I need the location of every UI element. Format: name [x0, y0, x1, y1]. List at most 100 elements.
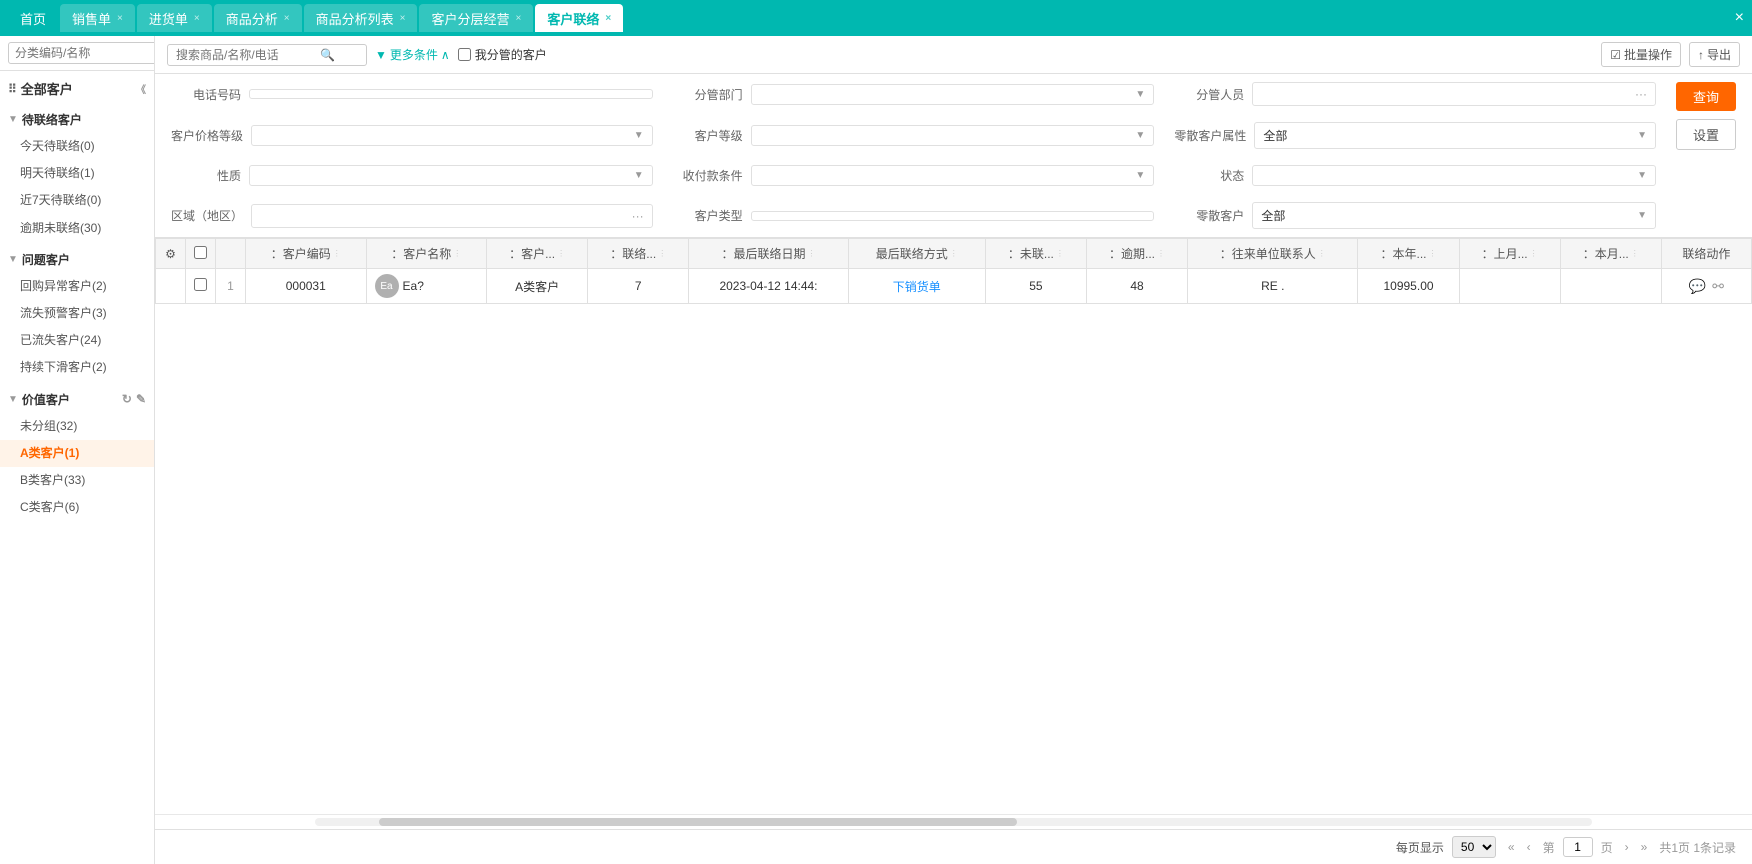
- last-page-button[interactable]: »: [1637, 838, 1652, 856]
- nature-input[interactable]: ▼: [249, 165, 653, 186]
- cell-overdue: 48: [1086, 269, 1187, 304]
- sidebar-item-class-c[interactable]: C类客户(6): [0, 494, 154, 521]
- sidebar-item-declining[interactable]: 持续下滑客户(2): [0, 354, 154, 381]
- prev-page-button[interactable]: ‹: [1523, 838, 1535, 856]
- col-last-date-header[interactable]: ：最后联络日期 ⋮: [689, 239, 848, 269]
- retail-attr-input[interactable]: 全部 ▼: [1254, 122, 1656, 149]
- tab-product-analysis-label: 商品分析: [226, 9, 278, 28]
- col-overdue-header[interactable]: ：逾期... ⋮: [1086, 239, 1187, 269]
- col-last-method-header[interactable]: 最后联络方式 ⋮: [848, 239, 985, 269]
- tab-product-analysis-list-close[interactable]: ×: [400, 13, 406, 24]
- person-input[interactable]: ···: [1252, 82, 1656, 106]
- col-overdue-label: ：逾期...: [1109, 245, 1155, 262]
- tab-customer-segment-close[interactable]: ×: [515, 13, 521, 24]
- phone-input[interactable]: [249, 89, 653, 99]
- sort-icon-6: ⋮: [950, 249, 958, 258]
- region-input[interactable]: ···: [251, 204, 653, 228]
- problem-customers-title[interactable]: ▼ 问题客户: [0, 246, 154, 273]
- select-all-checkbox[interactable]: [194, 246, 207, 259]
- col-not-contact-header[interactable]: ：未联... ⋮: [985, 239, 1086, 269]
- tab-home[interactable]: 首页: [8, 4, 58, 32]
- collapse-arrow-icon[interactable]: 《: [136, 81, 146, 96]
- sidebar-item-overdue[interactable]: 逾期未联络(30): [0, 215, 154, 242]
- my-customers-checkbox[interactable]: [458, 48, 471, 61]
- pending-contact-title[interactable]: ▼ 待联络客户: [0, 106, 154, 133]
- tab-customer-contact[interactable]: 客户联络 ×: [535, 4, 623, 32]
- payment-input[interactable]: ▼: [751, 165, 1155, 186]
- col-action-label: 联络动作: [1682, 245, 1730, 262]
- col-type-header[interactable]: ：客户... ⋮: [487, 239, 588, 269]
- price-level-input[interactable]: ▼: [251, 125, 653, 146]
- col-this-year-header[interactable]: ：本年... ⋮: [1358, 239, 1459, 269]
- price-level-label: 客户价格等级: [171, 127, 243, 144]
- sidebar-search-bar: 🔍: [0, 36, 154, 71]
- tab-customer-segment[interactable]: 客户分层经营 ×: [419, 4, 533, 32]
- tab-product-analysis[interactable]: 商品分析 ×: [214, 4, 302, 32]
- sidebar-item-churned[interactable]: 已流失客户(24): [0, 327, 154, 354]
- settings-button[interactable]: 设置: [1676, 119, 1736, 150]
- sort-icon-5: ⋮: [807, 249, 815, 258]
- filter-search-icon[interactable]: 🔍: [320, 48, 335, 62]
- batch-operation-button[interactable]: ☑ 批量操作: [1601, 42, 1681, 67]
- sidebar-item-class-a[interactable]: A类客户(1): [0, 440, 154, 467]
- tab-product-analysis-close[interactable]: ×: [284, 13, 290, 24]
- tab-product-analysis-list[interactable]: 商品分析列表 ×: [304, 4, 418, 32]
- row-checkbox[interactable]: [194, 278, 207, 291]
- value-customers-title[interactable]: ▼ 价值客户 ↻ ✎: [0, 386, 154, 413]
- message-action-icon[interactable]: 💬: [1689, 278, 1706, 295]
- page-size-select[interactable]: 50: [1452, 836, 1496, 858]
- scroll-track[interactable]: [315, 818, 1592, 826]
- sidebar-item-ungroup[interactable]: 未分组(32): [0, 413, 154, 440]
- status-input[interactable]: ▼: [1252, 165, 1656, 186]
- tab-sales[interactable]: 销售单 ×: [60, 4, 135, 32]
- tab-customer-contact-close[interactable]: ×: [605, 13, 611, 24]
- tab-purchase-close[interactable]: ×: [194, 13, 200, 24]
- filter-right-actions: ☑ 批量操作 ↑ 导出: [1601, 42, 1740, 67]
- export-button[interactable]: ↑ 导出: [1689, 42, 1740, 67]
- cell-last-method[interactable]: 下销货单: [848, 269, 985, 304]
- query-button[interactable]: 查询: [1676, 82, 1736, 111]
- window-close-button[interactable]: ×: [1735, 9, 1744, 27]
- dept-input[interactable]: ▼: [751, 84, 1155, 105]
- refresh-icon[interactable]: ↻: [122, 392, 132, 406]
- page-number-input[interactable]: [1563, 837, 1593, 857]
- filter-search-input[interactable]: [176, 48, 316, 62]
- edit-icon[interactable]: ✎: [136, 392, 146, 406]
- tab-purchase[interactable]: 进货单 ×: [137, 4, 212, 32]
- col-contact-header[interactable]: ：联络... ⋮: [588, 239, 689, 269]
- first-page-button[interactable]: «: [1504, 838, 1519, 856]
- tab-sales-close[interactable]: ×: [117, 13, 123, 24]
- sidebar-item-repurchase-abnormal[interactable]: 回购异常客户(2): [0, 273, 154, 300]
- customer-type-input[interactable]: [751, 211, 1155, 221]
- col-name-header[interactable]: ：客户名称 ⋮: [366, 239, 487, 269]
- col-checkbox-header[interactable]: [186, 239, 216, 269]
- sidebar-all-customers[interactable]: ⠿ 全部客户 《: [0, 71, 154, 106]
- next-page-button[interactable]: ›: [1621, 838, 1633, 856]
- cell-this-year: 10995.00: [1358, 269, 1459, 304]
- last-method-link[interactable]: 下销货单: [893, 280, 941, 294]
- link-action-icon[interactable]: ⚯: [1712, 278, 1724, 295]
- my-customers-checkbox-label[interactable]: 我分管的客户: [458, 46, 547, 63]
- customer-level-input[interactable]: ▼: [751, 125, 1155, 146]
- col-this-month-header[interactable]: ：本月... ⋮: [1560, 239, 1661, 269]
- retail-attr-filter: 零散客户属性 全部 ▼: [1174, 122, 1656, 149]
- filter-more-conditions[interactable]: ▼ 更多条件 ∧: [375, 46, 450, 63]
- sidebar-item-class-b[interactable]: B类客户(33): [0, 467, 154, 494]
- sidebar-item-tomorrow[interactable]: 明天待联络(1): [0, 160, 154, 187]
- cell-name: Ea Ea?: [366, 269, 487, 304]
- scroll-thumb[interactable]: [379, 818, 1018, 826]
- arrow-down-icon-3: ▼: [8, 394, 18, 405]
- sidebar-search-input[interactable]: [8, 42, 155, 64]
- sidebar-item-7days[interactable]: 近7天待联络(0): [0, 187, 154, 214]
- col-unit-contact-header[interactable]: ：往来单位联系人 ⋮: [1188, 239, 1358, 269]
- sidebar-item-churn-warning[interactable]: 流失预警客户(3): [0, 300, 154, 327]
- col-code-header[interactable]: ：客户编码 ⋮: [246, 239, 367, 269]
- col-settings[interactable]: ⚙: [156, 239, 186, 269]
- col-this-year-label: ：本年...: [1381, 245, 1427, 262]
- cell-checkbox[interactable]: [186, 269, 216, 304]
- total-records: 共1页 1条记录: [1659, 839, 1736, 856]
- page-unit-label: 页: [1597, 837, 1617, 858]
- sidebar-item-today[interactable]: 今天待联络(0): [0, 133, 154, 160]
- col-last-month-header[interactable]: ：上月... ⋮: [1459, 239, 1560, 269]
- retail-input[interactable]: 全部 ▼: [1252, 202, 1656, 229]
